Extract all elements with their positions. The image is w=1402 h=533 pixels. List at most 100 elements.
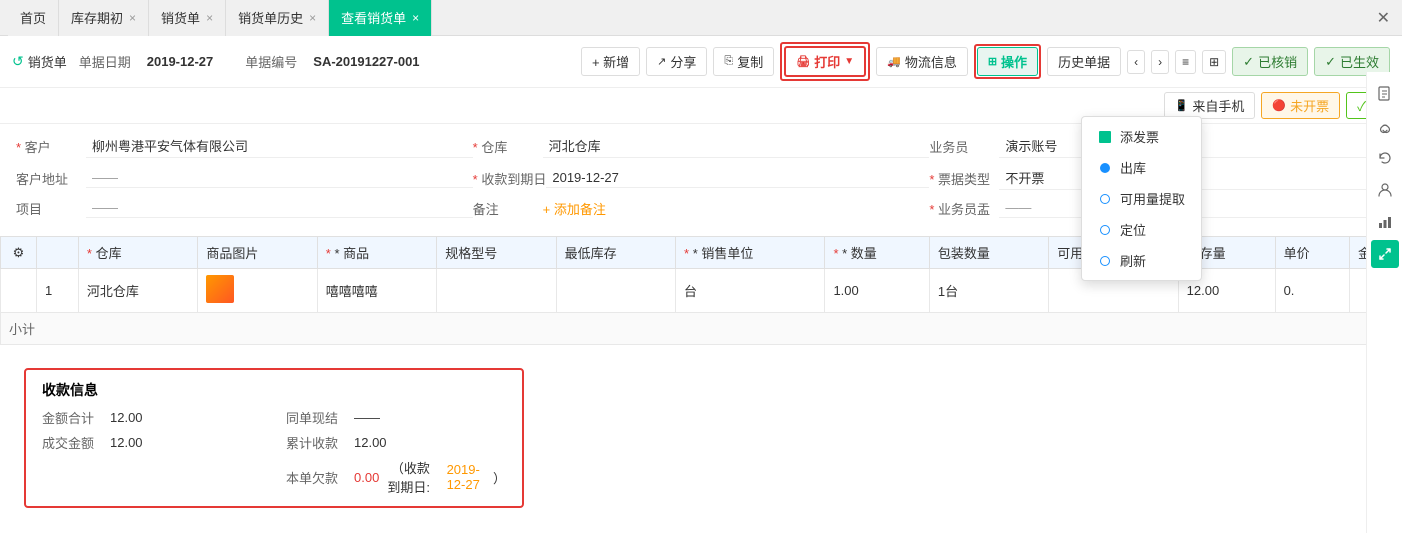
layout-grid-button[interactable]: ⊞ [1202,50,1226,74]
payment-box: 收款信息 金额合计 12.00 成交金额 12.00 同单现结 —— [24,368,524,508]
cell-warehouse: 河北仓库 [78,269,197,313]
tab-view-sales-order[interactable]: 查看销货单 × [329,0,432,36]
history-button[interactable]: 历史单据 [1047,47,1121,76]
deal-label: 成交金额 [42,433,102,452]
project-value[interactable]: —— [86,198,473,218]
tab-home[interactable]: 首页 [8,0,59,36]
address-value[interactable]: —— [86,168,473,188]
payment-left: 金额合计 12.00 成交金额 12.00 [42,408,262,496]
doc-type-icon: ↺ 销货单 [12,52,67,71]
due-label: （收款到期日: [387,458,436,496]
cumulative-row: 累计收款 12.00 [286,433,506,452]
deal-row: 成交金额 12.00 [42,433,262,452]
debt-value: 0.00 [354,470,379,485]
print-button[interactable]: 🖨 打印 ▼ [784,46,866,77]
tab-inventory-init[interactable]: 库存期初 × [59,0,149,36]
due-suffix: ） [493,468,506,487]
customer-value[interactable]: 柳州粤港平安气体有限公司 [86,134,473,158]
number-value: SA-20191227-001 [313,54,419,69]
right-icon-expand[interactable] [1371,240,1399,268]
layout-list-button[interactable]: ≡ [1175,50,1196,74]
from-phone-btn[interactable]: 📱 来自手机 [1164,92,1256,119]
cell-product: 嘻嘻嘻嘻 [317,269,436,313]
product-thumbnail [206,275,234,303]
project-field: 项目 —— [16,198,473,218]
dropdown-item-locate[interactable]: 定位 [1082,214,1201,245]
due-date-field: 收款到期日 2019-12-27 [473,168,930,188]
ticket-label: 票据类型 [929,169,999,188]
tab-close-active-icon[interactable]: × [412,11,419,25]
date-label: 单据日期 [79,52,131,71]
logistics-button[interactable]: 🚚 物流信息 [876,47,968,76]
due-date-label: 收款到期日 [473,169,547,188]
refresh-icon [1098,254,1112,268]
col-unit: * 销售单位 [676,237,825,269]
available-extract-icon [1098,192,1112,206]
print-highlight: 🖨 打印 ▼ [780,42,870,81]
settlement-label: 同单现结 [286,408,346,427]
right-icon-link[interactable] [1371,112,1399,140]
cell-spec [437,269,556,313]
copy-button[interactable]: ⎘ 复制 [713,47,774,76]
operations-dropdown-menu: 添发票 出库 可用量提取 定位 刷新 [1081,116,1202,281]
tab-sales-history[interactable]: 销货单历史 × [226,0,329,36]
tab-sales-order[interactable]: 销货单 × [149,0,226,36]
col-min-stock: 最低库存 [556,237,675,269]
warehouse-out-icon [1098,161,1112,175]
col-warehouse: 仓库 [78,237,197,269]
total-label: 金额合计 [42,408,102,427]
operations-button[interactable]: ⊞ 操作 [977,47,1038,76]
nav-prev-button[interactable]: ‹ [1127,50,1145,74]
payment-right: 同单现结 —— 累计收款 12.00 本单欠款 0.00 （收款到期日: 201… [286,408,506,496]
col-pack-qty: 包装数量 [929,237,1048,269]
col-product: * 商品 [317,237,436,269]
payment-title: 收款信息 [42,380,506,400]
not-open-ticket-btn[interactable]: 🔴 未开票 [1261,92,1340,119]
dropdown-item-warehouse-out[interactable]: 出库 [1082,152,1201,183]
dropdown-item-invoice[interactable]: 添发票 [1082,121,1201,152]
tab-close-icon[interactable]: × [206,11,213,25]
main-content: ↺ 销货单 单据日期 2019-12-27 单据编号 SA-20191227-0… [0,36,1402,533]
tab-close-icon[interactable]: × [309,11,316,25]
number-label: 单据编号 [245,52,297,71]
share-button[interactable]: ↗ 分享 [646,47,707,76]
tab-bar-close-btn[interactable]: ✕ [1377,8,1390,28]
cell-pack-qty: 1台 [929,269,1048,313]
locate-icon [1098,223,1112,237]
date-value: 2019-12-27 [147,54,214,69]
cell-min-stock [556,269,675,313]
new-button[interactable]: + 新增 [581,47,640,76]
cell-gear [1,269,37,313]
warehouse-value[interactable]: 河北仓库 [543,134,930,158]
toolbar-right: + 新增 ↗ 分享 ⎘ 复制 🖨 打印 ▼ 🚚 物流信息 [581,42,1390,81]
dropdown-item-refresh[interactable]: 刷新 [1082,245,1201,276]
debt-label: 本单欠款 [286,468,346,487]
settlement-row: 同单现结 —— [286,408,506,427]
right-icon-doc[interactable] [1371,80,1399,108]
subtotal-label: 小计 [1,313,1402,345]
note-label: 备注 [473,199,543,218]
warehouse-label: 仓库 [473,137,543,156]
due-date-value[interactable]: 2019-12-27 [546,168,929,188]
cumulative-label: 累计收款 [286,433,346,452]
right-icon-undo[interactable] [1371,144,1399,172]
address-field: 客户地址 —— [16,168,473,188]
cancelled-status-btn[interactable]: ✓ 已核销 [1232,47,1308,76]
project-label: 项目 [16,199,86,218]
add-note-btn[interactable]: + 添加备注 [543,199,606,218]
nav-next-button[interactable]: › [1151,50,1169,74]
col-price: 单价 [1275,237,1349,269]
tab-close-icon[interactable]: × [129,11,136,25]
dropdown-item-available-extract[interactable]: 可用量提取 [1082,183,1201,214]
col-image: 商品图片 [198,237,317,269]
right-icon-user[interactable] [1371,176,1399,204]
col-gear: ⚙ [1,237,37,269]
cell-unit: 台 [676,269,825,313]
right-icon-stats[interactable] [1371,208,1399,236]
warehouse-field: 仓库 河北仓库 [473,134,930,158]
doc-header: ↺ 销货单 单据日期 2019-12-27 单据编号 SA-20191227-0… [0,36,1402,88]
total-value: 12.00 [110,410,143,425]
invoice-icon [1098,130,1112,144]
customer-label: 客户 [16,137,86,156]
total-row: 金额合计 12.00 [42,408,262,427]
